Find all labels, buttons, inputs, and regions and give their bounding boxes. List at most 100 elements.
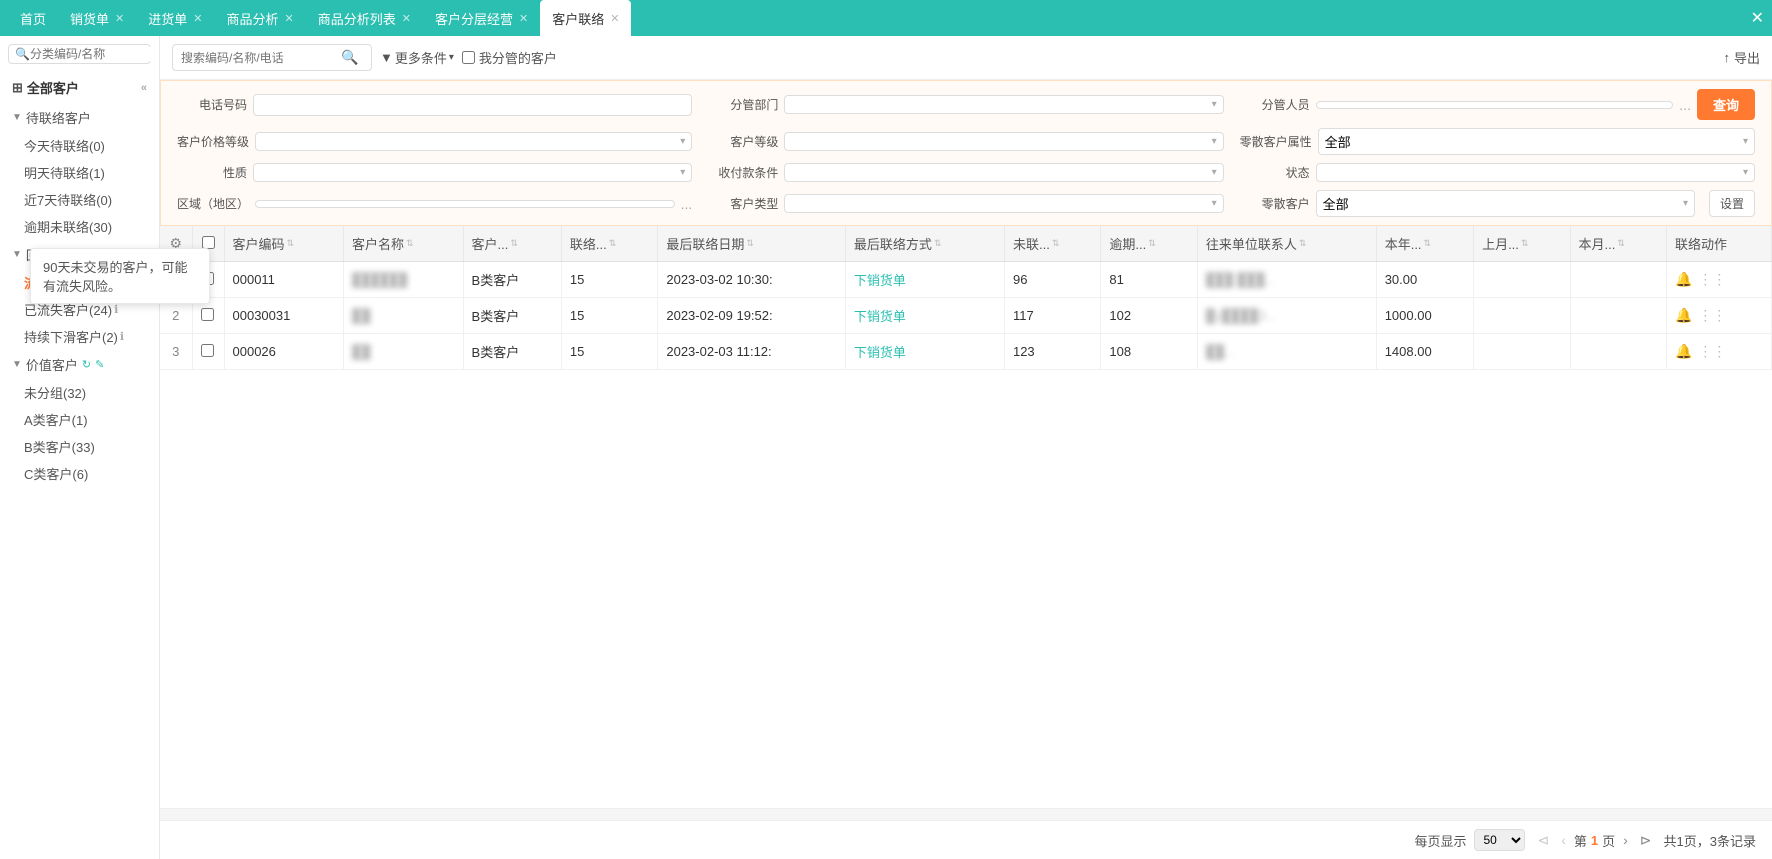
sidebar-item-overdue[interactable]: 逾期未联络(30): [0, 213, 159, 240]
zero-attr-select[interactable]: 全部 ▾: [1318, 128, 1755, 155]
th-this-year[interactable]: 本年... ⇅: [1376, 226, 1473, 262]
search-input[interactable]: [181, 51, 341, 65]
sidebar-item-declining[interactable]: 持续下滑客户(2) ℹ: [0, 323, 159, 350]
th-last-month[interactable]: 上月... ⇅: [1474, 226, 1570, 262]
th-code[interactable]: 客户编码 ⇅: [224, 226, 344, 262]
close-customer-tier-icon[interactable]: ✕: [519, 12, 528, 25]
search-box[interactable]: 🔍: [172, 44, 372, 71]
th-overdue[interactable]: 逾期... ⇅: [1101, 226, 1197, 262]
select-all-checkbox[interactable]: [202, 236, 215, 249]
sidebar-group-valued-title[interactable]: ▼ 价值客户 ↻ ✎: [0, 350, 159, 379]
row-last-contact-method[interactable]: 下销货单: [845, 262, 1004, 298]
action-contact-icon[interactable]: 🔔: [1675, 271, 1692, 288]
sidebar-search-input[interactable]: [30, 47, 160, 61]
contact-method-link[interactable]: 下销货单: [854, 273, 906, 288]
row-not-contacted: 117: [1004, 298, 1100, 334]
row-code: 000026: [224, 334, 344, 370]
prev-page-btn[interactable]: ‹: [1557, 830, 1570, 850]
horizontal-scrollbar[interactable]: [160, 808, 1772, 820]
contact-method-link[interactable]: 下销货单: [854, 345, 906, 360]
sidebar-item-tomorrow[interactable]: 明天待联络(1): [0, 159, 159, 186]
sidebar-item-c-class[interactable]: C类客户(6): [0, 460, 159, 487]
action-more-icon[interactable]: ⋮⋮: [1698, 307, 1726, 324]
person-input-area[interactable]: [1316, 101, 1674, 109]
next-page-btn[interactable]: ›: [1619, 830, 1632, 850]
close-all-icon[interactable]: ✕: [1751, 8, 1764, 28]
contact-method-link[interactable]: 下销货单: [854, 309, 906, 324]
action-more-icon[interactable]: ⋮⋮: [1698, 343, 1726, 360]
action-contact-icon[interactable]: 🔔: [1675, 307, 1692, 324]
th-tier[interactable]: 客户... ⇅: [463, 226, 561, 262]
nature-select[interactable]: ▾: [253, 163, 692, 182]
filter-dept: 分管部门 ▾: [708, 89, 1223, 120]
more-conditions-btn[interactable]: ▼ 更多条件 ▾: [380, 48, 454, 67]
page-size-select[interactable]: 50 20 100: [1474, 829, 1525, 851]
sidebar-item-7days[interactable]: 近7天待联络(0): [0, 186, 159, 213]
nav-customer-contact[interactable]: 客户联络 ✕: [540, 0, 631, 36]
th-last-contact-date[interactable]: 最后联络日期 ⇅: [658, 226, 846, 262]
customer-type-select[interactable]: ▾: [784, 194, 1223, 213]
row-checkbox[interactable]: [201, 344, 214, 357]
status-select[interactable]: ▾: [1316, 163, 1755, 182]
sidebar-item-b-class[interactable]: B类客户(33): [0, 433, 159, 460]
my-customers-checkbox-label[interactable]: 我分管的客户: [462, 48, 557, 67]
edit-icon[interactable]: ✎: [95, 358, 104, 371]
sidebar-all-customers[interactable]: ⊞ 全部客户 «: [0, 72, 159, 103]
region-input[interactable]: [255, 200, 675, 208]
sidebar-item-ungroup[interactable]: 未分组(32): [0, 379, 159, 406]
row-not-contacted: 96: [1004, 262, 1100, 298]
last-page-btn[interactable]: ⊳: [1636, 830, 1656, 851]
nav-analysis[interactable]: 商品分析 ✕: [214, 0, 305, 36]
first-page-btn[interactable]: ⊲: [1533, 830, 1553, 851]
query-button[interactable]: 查询: [1697, 89, 1755, 120]
phone-input[interactable]: [253, 94, 692, 116]
th-name[interactable]: 客户名称 ⇅: [344, 226, 464, 262]
payment-select[interactable]: ▾: [784, 163, 1223, 182]
close-sales-icon[interactable]: ✕: [115, 12, 124, 25]
th-unit-contact[interactable]: 往来单位联系人 ⇅: [1197, 226, 1376, 262]
chevron-status-icon: ▾: [1743, 167, 1748, 178]
sidebar-item-a-class[interactable]: A类客户(1): [0, 406, 159, 433]
row-checkbox-cell[interactable]: [192, 334, 224, 370]
close-customer-contact-icon[interactable]: ✕: [610, 12, 619, 25]
row-last-contact-method[interactable]: 下销货单: [845, 298, 1004, 334]
sidebar-group-pending-title[interactable]: ▼ 待联络客户: [0, 103, 159, 132]
row-last-contact-date: 2023-02-03 11:12:: [658, 334, 846, 370]
nav-sales[interactable]: 销货单 ✕: [58, 0, 136, 36]
th-not-contacted[interactable]: 未联... ⇅: [1004, 226, 1100, 262]
nav-customer-tier[interactable]: 客户分层经营 ✕: [423, 0, 540, 36]
sidebar-search-box[interactable]: 🔍: [8, 44, 151, 64]
sort-date-icon: ⇅: [746, 238, 754, 249]
th-contacts[interactable]: 联络... ⇅: [561, 226, 657, 262]
price-tier-select[interactable]: ▾: [255, 132, 692, 151]
th-this-month[interactable]: 本月... ⇅: [1570, 226, 1666, 262]
settings-button[interactable]: 设置: [1709, 190, 1755, 217]
my-customers-checkbox[interactable]: [462, 51, 475, 64]
person-dots[interactable]: ...: [1679, 97, 1691, 113]
action-more-icon[interactable]: ⋮⋮: [1698, 271, 1726, 288]
close-purchase-icon[interactable]: ✕: [193, 12, 202, 25]
nav-home[interactable]: 首页: [8, 0, 58, 36]
row-overdue: 108: [1101, 334, 1197, 370]
nav-analysis-table[interactable]: 商品分析列表 ✕: [306, 0, 423, 36]
zero-customer-select[interactable]: 全部 ▾: [1316, 190, 1695, 217]
dept-select[interactable]: ▾: [784, 95, 1223, 114]
close-analysis-icon[interactable]: ✕: [285, 12, 294, 25]
close-analysis-table-icon[interactable]: ✕: [402, 12, 411, 25]
export-btn[interactable]: ↑ 导出: [1723, 48, 1760, 67]
region-dots[interactable]: ...: [681, 196, 693, 212]
row-last-contact-method[interactable]: 下销货单: [845, 334, 1004, 370]
row-this-year: 1408.00: [1376, 334, 1473, 370]
action-contact-icon[interactable]: 🔔: [1675, 343, 1692, 360]
refresh-icon[interactable]: ↻: [82, 358, 91, 371]
nav-purchase[interactable]: 进货单 ✕: [136, 0, 214, 36]
th-last-contact-method[interactable]: 最后联络方式 ⇅: [845, 226, 1004, 262]
row-tier: B类客户: [463, 262, 561, 298]
search-submit-icon[interactable]: 🔍: [341, 49, 358, 66]
row-checkbox[interactable]: [201, 308, 214, 321]
arrow-down-icon-3: ▼: [12, 359, 22, 370]
customer-tier-select[interactable]: ▾: [784, 132, 1223, 151]
sidebar-collapse-icon[interactable]: «: [141, 82, 147, 94]
sidebar-item-today[interactable]: 今天待联络(0): [0, 132, 159, 159]
chevron-zero-attr-icon: ▾: [1743, 136, 1748, 147]
